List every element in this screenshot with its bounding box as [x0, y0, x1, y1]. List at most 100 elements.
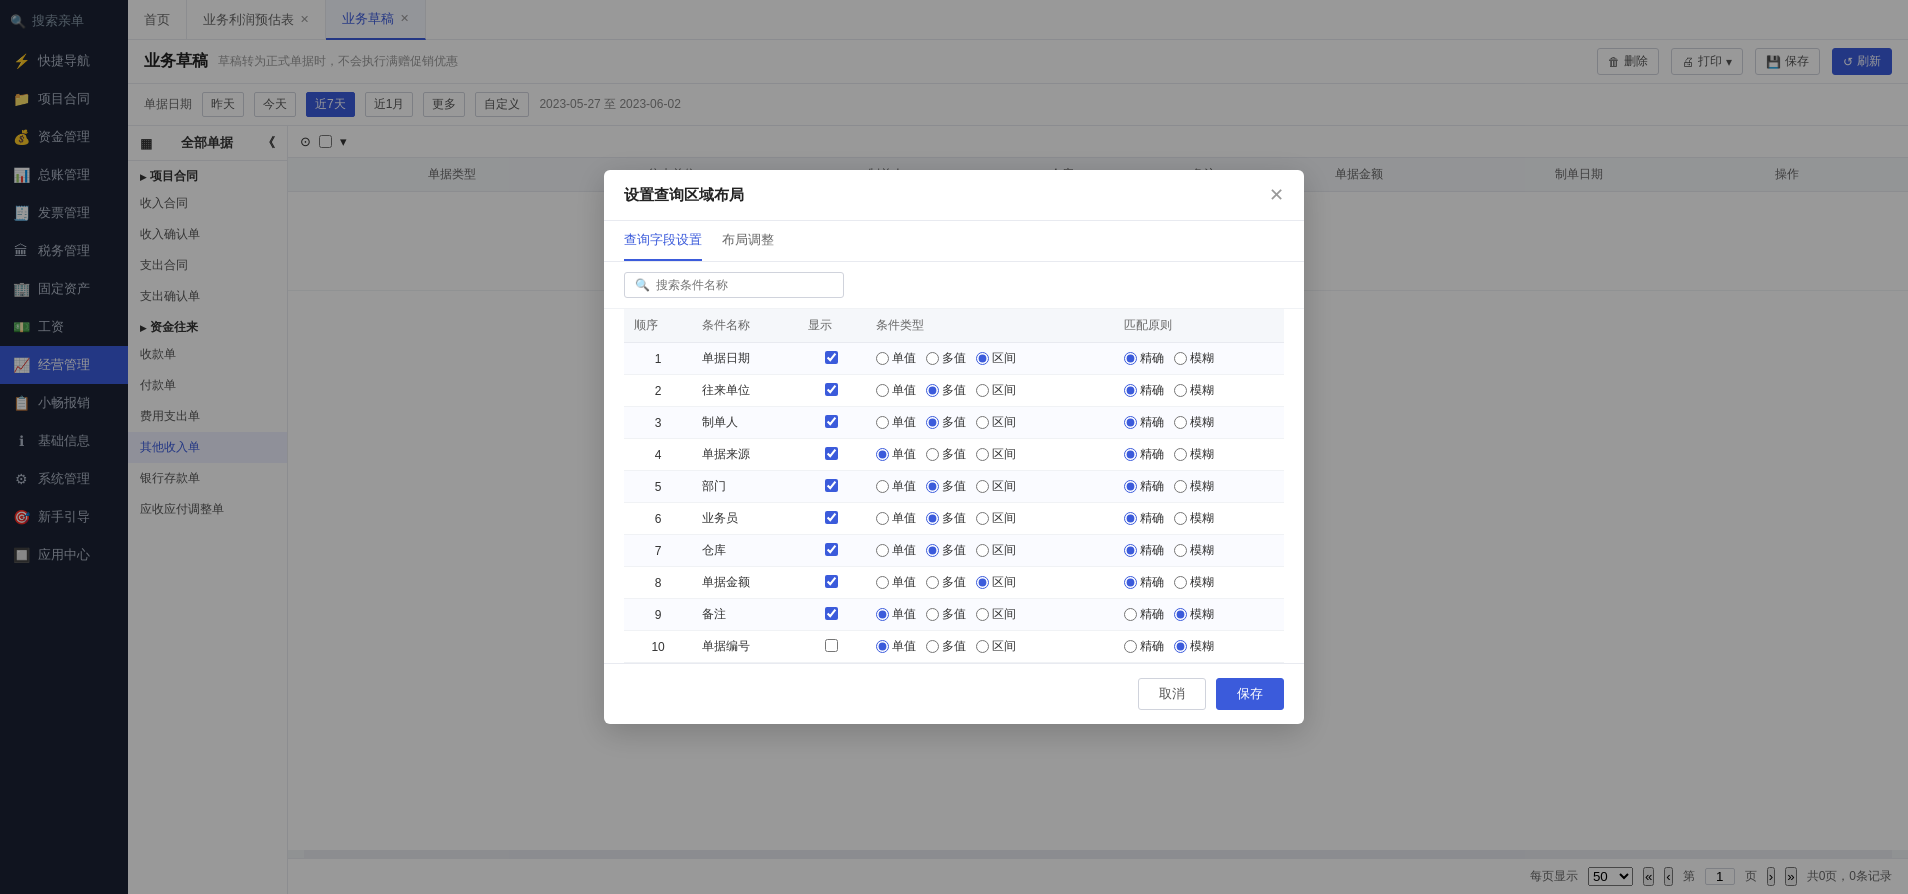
- radio-cond-多值[interactable]: 多值: [926, 478, 966, 495]
- cell-order: 9: [624, 599, 692, 631]
- radio-match-精确[interactable]: 精确: [1124, 606, 1164, 623]
- cancel-button[interactable]: 取消: [1138, 678, 1206, 710]
- cell-name: 制单人: [692, 407, 797, 439]
- show-checkbox-1[interactable]: [825, 351, 838, 364]
- show-checkbox-10[interactable]: [825, 639, 838, 652]
- cell-show[interactable]: [798, 375, 866, 407]
- cell-name: 仓库: [692, 535, 797, 567]
- radio-cond-区间[interactable]: 区间: [976, 414, 1016, 431]
- radio-match-模糊[interactable]: 模糊: [1174, 478, 1214, 495]
- radio-match-精确[interactable]: 精确: [1124, 382, 1164, 399]
- cell-match-rule: 精确 模糊: [1114, 439, 1284, 471]
- dialog-header: 设置查询区域布局 ✕: [604, 170, 1304, 221]
- radio-match-模糊[interactable]: 模糊: [1174, 382, 1214, 399]
- show-checkbox-6[interactable]: [825, 511, 838, 524]
- dialog-search-icon: 🔍: [635, 278, 650, 292]
- radio-cond-单值[interactable]: 单值: [876, 606, 916, 623]
- radio-cond-多值[interactable]: 多值: [926, 414, 966, 431]
- radio-match-模糊[interactable]: 模糊: [1174, 574, 1214, 591]
- cell-cond-type: 单值 多值 区间: [866, 631, 1114, 663]
- dialog-close-button[interactable]: ✕: [1269, 184, 1284, 206]
- cell-match-rule: 精确 模糊: [1114, 631, 1284, 663]
- cell-show[interactable]: [798, 439, 866, 471]
- radio-cond-单值[interactable]: 单值: [876, 414, 916, 431]
- cell-name: 业务员: [692, 503, 797, 535]
- show-checkbox-9[interactable]: [825, 607, 838, 620]
- cell-show[interactable]: [798, 407, 866, 439]
- cell-match-rule: 精确 模糊: [1114, 375, 1284, 407]
- radio-match-精确[interactable]: 精确: [1124, 350, 1164, 367]
- radio-cond-单值[interactable]: 单值: [876, 350, 916, 367]
- radio-match-精确[interactable]: 精确: [1124, 510, 1164, 527]
- radio-cond-多值[interactable]: 多值: [926, 382, 966, 399]
- radio-match-模糊[interactable]: 模糊: [1174, 350, 1214, 367]
- radio-cond-多值[interactable]: 多值: [926, 510, 966, 527]
- radio-cond-单值[interactable]: 单值: [876, 574, 916, 591]
- radio-cond-区间[interactable]: 区间: [976, 478, 1016, 495]
- radio-match-精确[interactable]: 精确: [1124, 478, 1164, 495]
- cell-show[interactable]: [798, 471, 866, 503]
- radio-cond-多值[interactable]: 多值: [926, 574, 966, 591]
- show-checkbox-4[interactable]: [825, 447, 838, 460]
- cell-match-rule: 精确 模糊: [1114, 535, 1284, 567]
- radio-cond-区间[interactable]: 区间: [976, 446, 1016, 463]
- radio-cond-单值[interactable]: 单值: [876, 510, 916, 527]
- dialog-save-button[interactable]: 保存: [1216, 678, 1284, 710]
- radio-cond-区间[interactable]: 区间: [976, 510, 1016, 527]
- radio-cond-单值[interactable]: 单值: [876, 382, 916, 399]
- dialog-tab-layout[interactable]: 布局调整: [722, 221, 774, 261]
- radio-match-精确[interactable]: 精确: [1124, 446, 1164, 463]
- radio-match-模糊[interactable]: 模糊: [1174, 510, 1214, 527]
- radio-cond-区间[interactable]: 区间: [976, 542, 1016, 559]
- dialog-tab-field-settings[interactable]: 查询字段设置: [624, 221, 702, 261]
- radio-match-精确[interactable]: 精确: [1124, 638, 1164, 655]
- cell-cond-type: 单值 多值 区间: [866, 439, 1114, 471]
- show-checkbox-8[interactable]: [825, 575, 838, 588]
- cell-show[interactable]: [798, 503, 866, 535]
- cell-show[interactable]: [798, 631, 866, 663]
- th-match: 匹配原则: [1114, 309, 1284, 343]
- radio-cond-单值[interactable]: 单值: [876, 446, 916, 463]
- radio-cond-单值[interactable]: 单值: [876, 478, 916, 495]
- radio-cond-多值[interactable]: 多值: [926, 350, 966, 367]
- radio-cond-区间[interactable]: 区间: [976, 350, 1016, 367]
- radio-cond-多值[interactable]: 多值: [926, 638, 966, 655]
- cell-cond-type: 单值 多值 区间: [866, 503, 1114, 535]
- radio-cond-区间[interactable]: 区间: [976, 382, 1016, 399]
- radio-match-模糊[interactable]: 模糊: [1174, 638, 1214, 655]
- radio-cond-区间[interactable]: 区间: [976, 638, 1016, 655]
- radio-cond-区间[interactable]: 区间: [976, 574, 1016, 591]
- radio-cond-多值[interactable]: 多值: [926, 606, 966, 623]
- radio-cond-区间[interactable]: 区间: [976, 606, 1016, 623]
- radio-match-模糊[interactable]: 模糊: [1174, 542, 1214, 559]
- cell-match-rule: 精确 模糊: [1114, 503, 1284, 535]
- dialog-search-input[interactable]: [656, 278, 833, 292]
- radio-cond-多值[interactable]: 多值: [926, 542, 966, 559]
- radio-match-模糊[interactable]: 模糊: [1174, 606, 1214, 623]
- cell-show[interactable]: [798, 567, 866, 599]
- cell-name: 备注: [692, 599, 797, 631]
- dialog-table-area: 顺序 条件名称 显示 条件类型 匹配原则 1 单据日期 单值 多值 区间: [604, 309, 1304, 663]
- cell-show[interactable]: [798, 599, 866, 631]
- cell-cond-type: 单值 多值 区间: [866, 407, 1114, 439]
- radio-match-精确[interactable]: 精确: [1124, 574, 1164, 591]
- show-checkbox-5[interactable]: [825, 479, 838, 492]
- cell-cond-type: 单值 多值 区间: [866, 535, 1114, 567]
- show-checkbox-7[interactable]: [825, 543, 838, 556]
- radio-match-精确[interactable]: 精确: [1124, 414, 1164, 431]
- radio-match-精确[interactable]: 精确: [1124, 542, 1164, 559]
- cell-show[interactable]: [798, 343, 866, 375]
- radio-cond-多值[interactable]: 多值: [926, 446, 966, 463]
- radio-cond-单值[interactable]: 单值: [876, 638, 916, 655]
- radio-match-模糊[interactable]: 模糊: [1174, 446, 1214, 463]
- cell-order: 5: [624, 471, 692, 503]
- radio-cond-单值[interactable]: 单值: [876, 542, 916, 559]
- dialog-title: 设置查询区域布局: [624, 186, 744, 205]
- show-checkbox-2[interactable]: [825, 383, 838, 396]
- show-checkbox-3[interactable]: [825, 415, 838, 428]
- cell-order: 6: [624, 503, 692, 535]
- cell-name: 单据来源: [692, 439, 797, 471]
- cell-show[interactable]: [798, 535, 866, 567]
- cell-name: 单据日期: [692, 343, 797, 375]
- radio-match-模糊[interactable]: 模糊: [1174, 414, 1214, 431]
